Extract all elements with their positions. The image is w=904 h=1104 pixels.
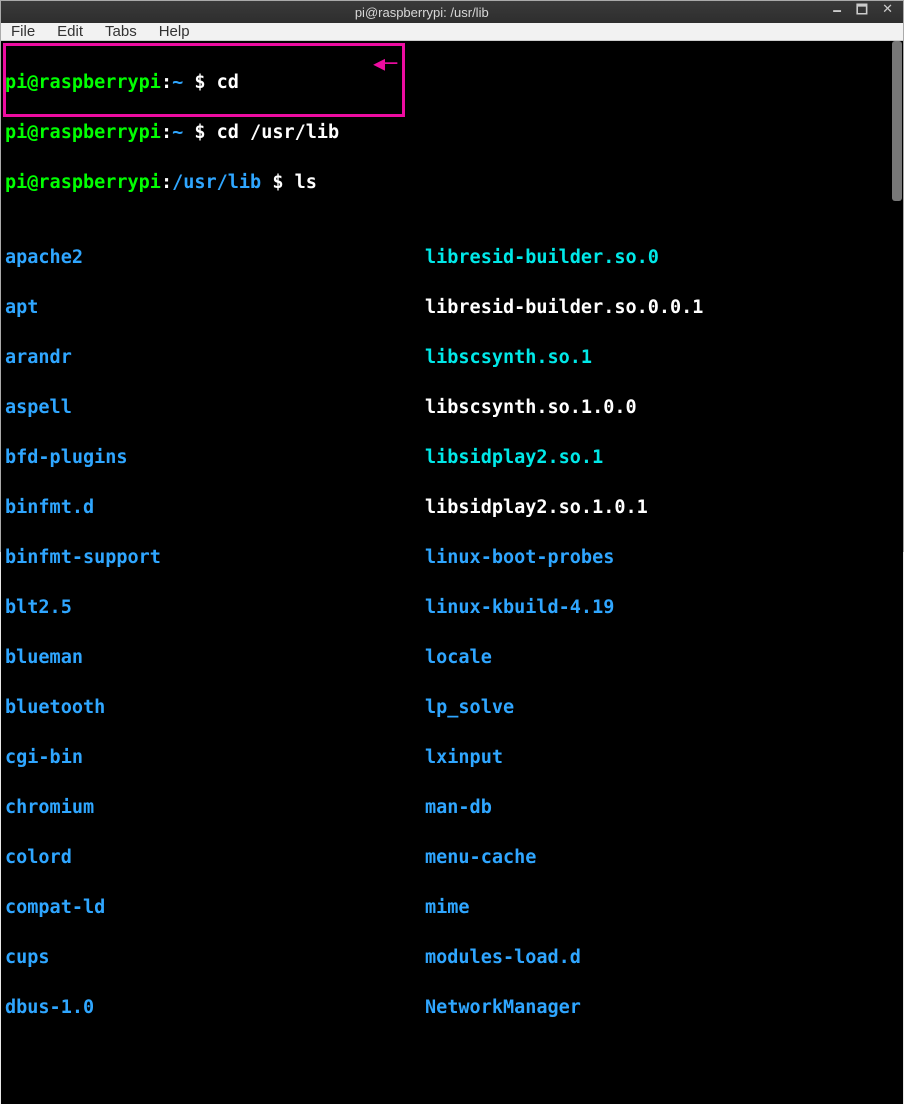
ls-item: man-db xyxy=(425,795,887,820)
ls-item: arandr xyxy=(5,345,425,370)
command-cd-usrlib: cd /usr/lib xyxy=(217,122,340,143)
prompt-path: ~ xyxy=(172,72,183,93)
ls-item: blueman xyxy=(5,645,425,670)
ls-item: bfd-plugins xyxy=(5,445,425,470)
minimize-icon[interactable]: 🗕 xyxy=(833,1,842,23)
command-cd: cd xyxy=(217,72,239,93)
ls-item: linux-boot-probes xyxy=(425,545,887,570)
terminal-area: pi@raspberrypi:~ $ cd pi@raspberrypi:~ $… xyxy=(1,41,903,1104)
menu-file[interactable]: File xyxy=(11,23,35,40)
ls-item: chromium xyxy=(5,795,425,820)
ls-col-2: libresid-builder.so.0 libresid-builder.s… xyxy=(425,220,887,1045)
ls-item: bluetooth xyxy=(5,695,425,720)
ls-item: libscsynth.so.1.0.0 xyxy=(425,395,887,420)
menubar: File Edit Tabs Help xyxy=(1,23,903,41)
scrollbar[interactable] xyxy=(891,41,903,1104)
ls-item: libsidplay2.so.1 xyxy=(425,445,887,470)
ls-item: binfmt-support xyxy=(5,545,425,570)
ls-output: apache2 apt arandr aspell bfd-plugins bi… xyxy=(5,220,887,1045)
terminal-window: pi@raspberrypi: /usr/lib 🗕 🗖 ✕ File Edit… xyxy=(0,0,904,552)
command-ls: ls xyxy=(295,172,317,193)
ls-item: libresid-builder.so.0.0.1 xyxy=(425,295,887,320)
maximize-icon[interactable]: 🗖 xyxy=(856,1,868,23)
ls-col-1: apache2 apt arandr aspell bfd-plugins bi… xyxy=(5,220,425,1045)
ls-item: modules-load.d xyxy=(425,945,887,970)
prompt-dollar: $ xyxy=(194,72,205,93)
window-controls: 🗕 🗖 ✕ xyxy=(833,1,893,23)
menu-help[interactable]: Help xyxy=(159,23,190,40)
close-icon[interactable]: ✕ xyxy=(882,1,893,23)
ls-item: blt2.5 xyxy=(5,595,425,620)
ls-item: mime xyxy=(425,895,887,920)
ls-item: linux-kbuild-4.19 xyxy=(425,595,887,620)
prompt-user: pi@raspberrypi xyxy=(5,72,161,93)
ls-item: lxinput xyxy=(425,745,887,770)
ls-item: compat-ld xyxy=(5,895,425,920)
terminal[interactable]: pi@raspberrypi:~ $ cd pi@raspberrypi:~ $… xyxy=(1,41,891,1104)
ls-item: libresid-builder.so.0 xyxy=(425,245,887,270)
ls-item: cgi-bin xyxy=(5,745,425,770)
ls-item: binfmt.d xyxy=(5,495,425,520)
ls-item: libsidplay2.so.1.0.1 xyxy=(425,495,887,520)
ls-item: NetworkManager xyxy=(425,995,887,1020)
prompt-line-1: pi@raspberrypi:~ $ cd xyxy=(5,70,887,95)
ls-item: colord xyxy=(5,845,425,870)
ls-item: apache2 xyxy=(5,245,425,270)
titlebar[interactable]: pi@raspberrypi: /usr/lib 🗕 🗖 ✕ xyxy=(1,1,903,23)
ls-item: apt xyxy=(5,295,425,320)
prompt-line-3: pi@raspberrypi:/usr/lib $ ls xyxy=(5,170,887,195)
ls-item: locale xyxy=(425,645,887,670)
ls-item: libscsynth.so.1 xyxy=(425,345,887,370)
prompt-line-2: pi@raspberrypi:~ $ cd /usr/lib xyxy=(5,120,887,145)
scrollbar-thumb[interactable] xyxy=(892,41,902,201)
ls-item: aspell xyxy=(5,395,425,420)
window-title: pi@raspberrypi: /usr/lib xyxy=(11,5,833,20)
menu-tabs[interactable]: Tabs xyxy=(105,23,137,40)
ls-item: dbus-1.0 xyxy=(5,995,425,1020)
ls-item: cups xyxy=(5,945,425,970)
menu-edit[interactable]: Edit xyxy=(57,23,83,40)
ls-item: menu-cache xyxy=(425,845,887,870)
ls-item: lp_solve xyxy=(425,695,887,720)
